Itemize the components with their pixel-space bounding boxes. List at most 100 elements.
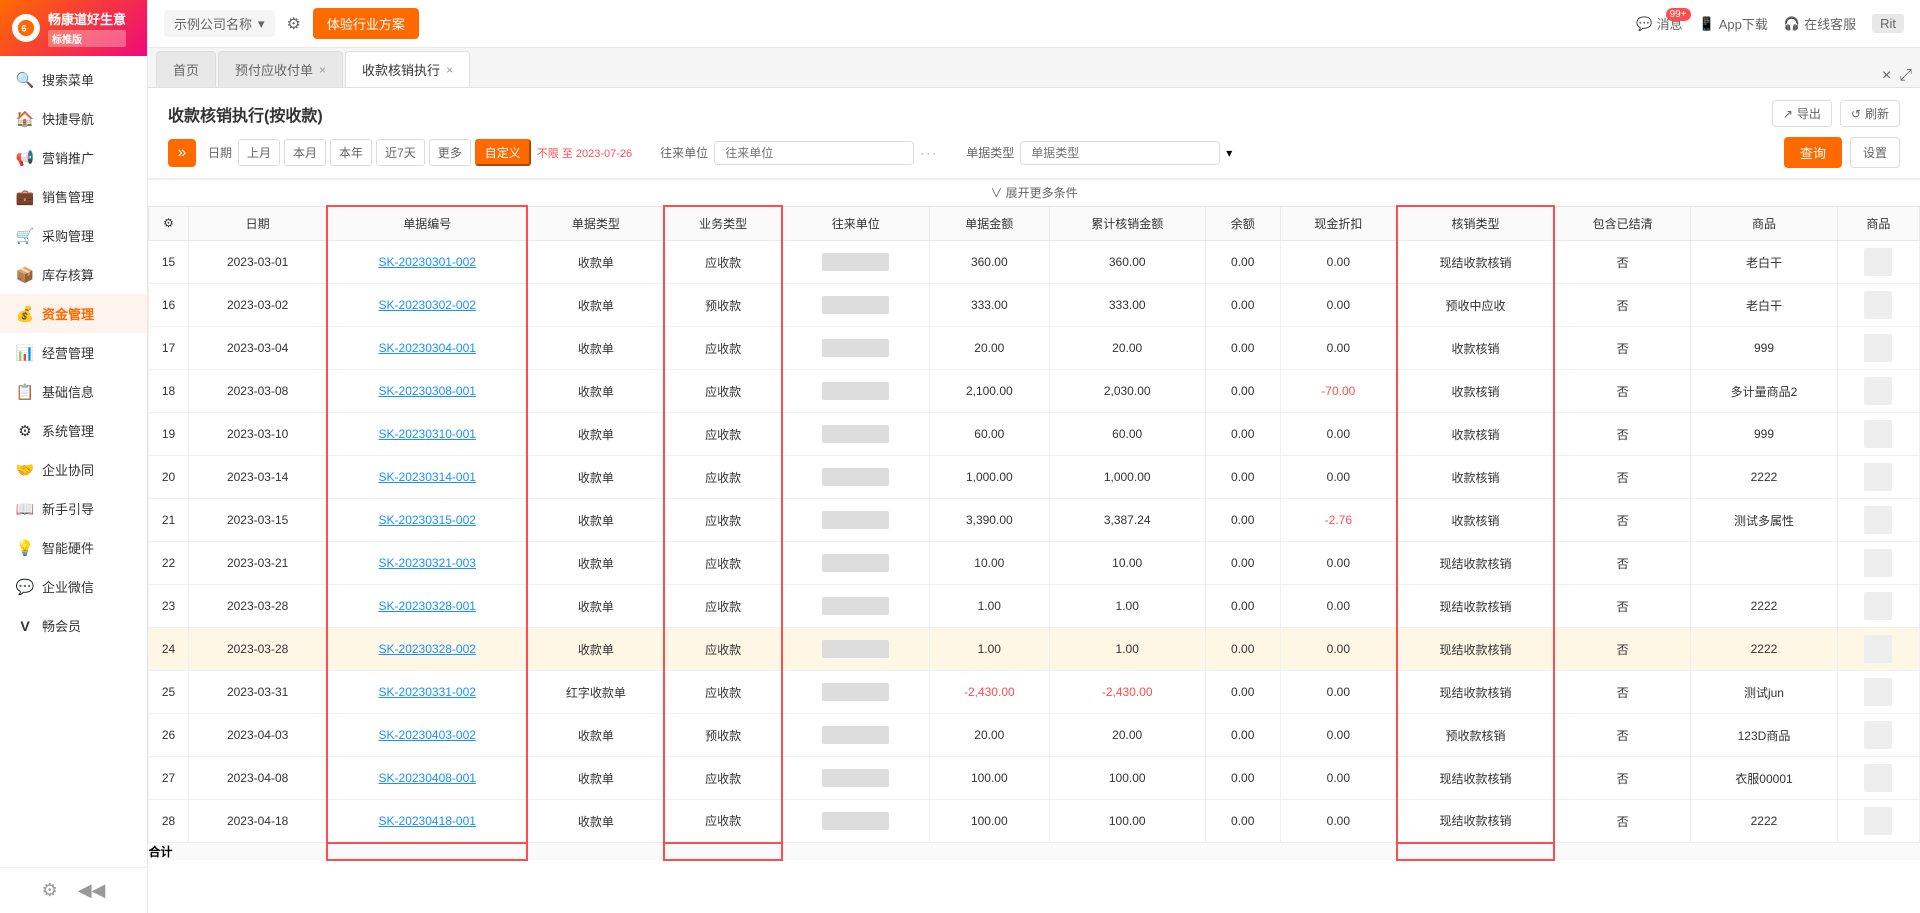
counterpart-filter-label: 往来单位 <box>660 144 708 161</box>
cell-voucher-no: SK-20230408-001 <box>327 757 527 800</box>
col-header-cancel-type[interactable]: 核销类型 <box>1397 206 1554 241</box>
cell-voucher-type: 收款单 <box>527 456 664 499</box>
query-button[interactable]: 查询 <box>1784 137 1842 168</box>
tab-prepay[interactable]: 预付应收付单 × <box>218 51 343 87</box>
voucher-link[interactable]: SK-20230403-002 <box>379 728 476 742</box>
voucher-link[interactable]: SK-20230308-001 <box>379 384 476 398</box>
cell-include-settled: 否 <box>1554 413 1690 456</box>
counterpart-filter-input[interactable] <box>714 141 914 165</box>
sidebar-item-sales[interactable]: 💼 销售管理 <box>0 177 147 216</box>
col-header-product-img[interactable]: 商品 <box>1837 206 1919 241</box>
date-7days-btn[interactable]: 近7天 <box>376 139 425 166</box>
voucher-link[interactable]: SK-20230418-001 <box>379 814 476 828</box>
voucher-link[interactable]: SK-20230328-001 <box>379 599 476 613</box>
tab-close-all-icon[interactable]: × <box>1882 67 1891 85</box>
company-name: 示例公司名称 <box>174 14 252 33</box>
sidebar-item-nav[interactable]: 🏠 快捷导航 <box>0 99 147 138</box>
sidebar-label-nav: 快捷导航 <box>42 109 94 128</box>
col-header-product[interactable]: 商品 <box>1691 206 1838 241</box>
online-service-btn[interactable]: 🎧 在线客服 <box>1784 14 1856 33</box>
page-header: 收款核销执行(按收款) ↗ 导出 ↺ 刷新 <box>148 88 1920 127</box>
col-header-voucher-type[interactable]: 单据类型 <box>527 206 664 241</box>
sidebar-item-system[interactable]: ⚙ 系统管理 <box>0 411 147 450</box>
cell-voucher-type: 收款单 <box>527 284 664 327</box>
cell-product: 测试多属性 <box>1691 499 1838 542</box>
sidebar-settings-btn[interactable]: ⚙ <box>34 876 66 905</box>
company-selector[interactable]: 示例公司名称 ▾ <box>164 10 275 37</box>
voucher-link[interactable]: SK-20230314-001 <box>379 470 476 484</box>
sidebar-item-basic[interactable]: 📋 基础信息 <box>0 372 147 411</box>
sidebar-item-finance[interactable]: 💰 资金管理 <box>0 294 147 333</box>
refresh-button[interactable]: ↺ 刷新 <box>1840 100 1900 127</box>
cell-discount: 0.00 <box>1280 628 1396 671</box>
sidebar-item-member[interactable]: V 畅会员 <box>0 606 147 645</box>
date-this-year-btn[interactable]: 本年 <box>330 139 372 166</box>
tab-restore-icon[interactable]: ⤢ <box>1899 67 1912 85</box>
voucher-link[interactable]: SK-20230304-001 <box>379 341 476 355</box>
user-avatar[interactable]: Rit <box>1872 14 1904 33</box>
cell-include-settled: 否 <box>1554 456 1690 499</box>
col-header-counterpart[interactable]: 往来单位 <box>782 206 930 241</box>
solution-button[interactable]: 体验行业方案 <box>313 8 419 39</box>
cell-amount: 100.00 <box>929 800 1049 843</box>
sidebar-collapse-btn[interactable]: ◀◀ <box>70 876 114 905</box>
app-download-btn[interactable]: 📱 App下载 <box>1699 14 1768 33</box>
cell-cumulative: 333.00 <box>1049 284 1205 327</box>
filter-toggle-btn[interactable]: » <box>168 139 196 167</box>
tab-cancel[interactable]: 收款核销执行 × <box>345 51 470 87</box>
topbar-gear-icon[interactable]: ⚙ <box>287 14 301 34</box>
sidebar-item-operations[interactable]: 📊 经营管理 <box>0 333 147 372</box>
sidebar-label-search: 搜索菜单 <box>42 70 94 89</box>
sidebar-item-hardware[interactable]: 💡 智能硬件 <box>0 528 147 567</box>
date-range-text: 不限 至 2023-07-26 <box>537 145 632 161</box>
sidebar-item-guide[interactable]: 📖 新手引导 <box>0 489 147 528</box>
cell-discount: 0.00 <box>1280 585 1396 628</box>
messages-btn[interactable]: 💬 消息 99+ <box>1636 14 1682 33</box>
voucher-type-input[interactable] <box>1020 141 1220 165</box>
col-header-balance[interactable]: 余额 <box>1205 206 1280 241</box>
sidebar-label-marketing: 营销推广 <box>42 148 94 167</box>
cell-seq: 21 <box>149 499 189 542</box>
filter-setting-btn[interactable]: 设置 <box>1850 137 1900 168</box>
col-header-biz-type[interactable]: 业务类型 <box>664 206 781 241</box>
voucher-link[interactable]: SK-20230408-001 <box>379 771 476 785</box>
col-header-cumulative[interactable]: 累计核销金额 <box>1049 206 1205 241</box>
date-last-month-btn[interactable]: 上月 <box>238 139 280 166</box>
main-area: 示例公司名称 ▾ ⚙ 体验行业方案 💬 消息 99+ 📱 App下载 🎧 在线客… <box>148 0 1920 913</box>
cell-cancel-type: 预收款核销 <box>1397 714 1554 757</box>
export-button[interactable]: ↗ 导出 <box>1772 100 1832 127</box>
voucher-link[interactable]: SK-20230321-003 <box>379 556 476 570</box>
sidebar-item-enterprise[interactable]: 🤝 企业协同 <box>0 450 147 489</box>
cell-discount: 0.00 <box>1280 413 1396 456</box>
sidebar-item-search[interactable]: 🔍 搜索菜单 <box>0 60 147 99</box>
voucher-link[interactable]: SK-20230301-002 <box>379 255 476 269</box>
voucher-link[interactable]: SK-20230315-002 <box>379 513 476 527</box>
cell-cumulative: 2,030.00 <box>1049 370 1205 413</box>
col-header-date[interactable]: 日期 <box>189 206 328 241</box>
col-header-discount[interactable]: 现金折扣 <box>1280 206 1396 241</box>
col-header-voucher-no[interactable]: 单据编号 <box>327 206 527 241</box>
sidebar-label-wechat: 企业微信 <box>42 577 94 596</box>
sidebar-item-wechat[interactable]: 💬 企业微信 <box>0 567 147 606</box>
cell-seq: 18 <box>149 370 189 413</box>
sidebar-item-purchase[interactable]: 🛒 采购管理 <box>0 216 147 255</box>
sidebar-item-inventory[interactable]: 📦 库存核算 <box>0 255 147 294</box>
tab-prepay-close[interactable]: × <box>319 63 326 77</box>
sidebar-item-marketing[interactable]: 📢 营销推广 <box>0 138 147 177</box>
message-badge: 99+ <box>1666 8 1691 21</box>
voucher-link[interactable]: SK-20230328-002 <box>379 642 476 656</box>
date-this-month-btn[interactable]: 本月 <box>284 139 326 166</box>
voucher-link[interactable]: SK-20230310-001 <box>379 427 476 441</box>
date-custom-btn[interactable]: 自定义 <box>475 139 531 166</box>
expand-conditions-bar[interactable]: ∨ 展开更多条件 <box>148 179 1920 205</box>
tab-cancel-close[interactable]: × <box>446 63 453 77</box>
voucher-link[interactable]: SK-20230331-002 <box>379 685 476 699</box>
col-header-include-settled[interactable]: 包含已结清 <box>1554 206 1690 241</box>
table-row: 26 2023-04-03 SK-20230403-002 收款单 预收款 20… <box>149 714 1920 757</box>
product-thumbnail <box>1864 377 1892 405</box>
cell-voucher-no: SK-20230304-001 <box>327 327 527 370</box>
col-header-amount[interactable]: 单据金额 <box>929 206 1049 241</box>
date-more-btn[interactable]: 更多 <box>429 139 471 166</box>
tab-home[interactable]: 首页 <box>156 51 216 87</box>
voucher-link[interactable]: SK-20230302-002 <box>379 298 476 312</box>
